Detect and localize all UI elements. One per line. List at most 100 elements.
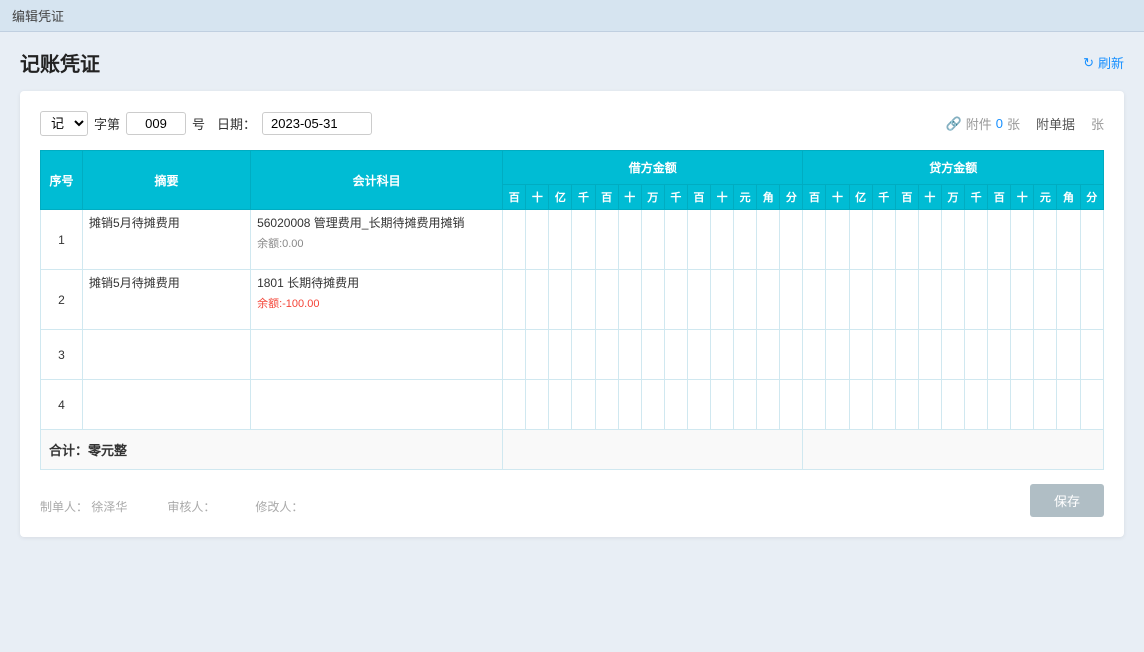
row-credit-2-4[interactable] <box>895 330 918 380</box>
row-summary-3[interactable] <box>83 380 251 430</box>
row-debit-0-9[interactable] <box>711 210 734 270</box>
row-debit-3-11[interactable] <box>757 380 780 430</box>
row-credit-1-0[interactable] <box>803 270 826 330</box>
row-credit-3-2[interactable] <box>849 380 872 430</box>
row-credit-1-2[interactable] <box>849 270 872 330</box>
row-debit-3-12[interactable] <box>780 380 803 430</box>
row-credit-1-3[interactable] <box>872 270 895 330</box>
row-debit-0-5[interactable] <box>618 210 641 270</box>
row-debit-1-3[interactable] <box>572 270 595 330</box>
row-credit-2-7[interactable] <box>965 330 988 380</box>
row-credit-3-7[interactable] <box>965 380 988 430</box>
row-debit-2-11[interactable] <box>757 330 780 380</box>
row-credit-2-5[interactable] <box>918 330 941 380</box>
row-credit-0-3[interactable] <box>872 210 895 270</box>
row-credit-3-1[interactable] <box>826 380 849 430</box>
row-debit-3-8[interactable] <box>687 380 710 430</box>
row-credit-1-1[interactable] <box>826 270 849 330</box>
row-debit-0-2[interactable] <box>549 210 572 270</box>
row-debit-1-7[interactable] <box>664 270 687 330</box>
row-credit-0-10[interactable] <box>1034 210 1057 270</box>
row-debit-2-7[interactable] <box>664 330 687 380</box>
row-debit-0-12[interactable] <box>780 210 803 270</box>
row-debit-1-0[interactable] <box>503 270 526 330</box>
row-credit-1-6[interactable] <box>941 270 964 330</box>
row-debit-3-6[interactable] <box>641 380 664 430</box>
row-summary-2[interactable] <box>83 330 251 380</box>
row-debit-2-2[interactable] <box>549 330 572 380</box>
row-debit-0-4[interactable] <box>595 210 618 270</box>
row-credit-0-4[interactable] <box>895 210 918 270</box>
row-credit-2-12[interactable] <box>1080 330 1103 380</box>
row-account-1[interactable]: 1801 长期待摊费用余额:-100.00 <box>251 270 503 330</box>
row-debit-2-5[interactable] <box>618 330 641 380</box>
attachment-doc-label[interactable]: 附单据 <box>1036 114 1075 133</box>
row-credit-3-11[interactable] <box>1057 380 1080 430</box>
row-debit-0-10[interactable] <box>734 210 757 270</box>
row-debit-2-8[interactable] <box>687 330 710 380</box>
row-debit-2-10[interactable] <box>734 330 757 380</box>
row-credit-0-8[interactable] <box>988 210 1011 270</box>
row-credit-0-1[interactable] <box>826 210 849 270</box>
row-debit-2-3[interactable] <box>572 330 595 380</box>
row-credit-1-9[interactable] <box>1011 270 1034 330</box>
row-debit-3-9[interactable] <box>711 380 734 430</box>
row-debit-1-12[interactable] <box>780 270 803 330</box>
row-debit-3-3[interactable] <box>572 380 595 430</box>
row-credit-3-3[interactable] <box>872 380 895 430</box>
row-debit-0-7[interactable] <box>664 210 687 270</box>
row-credit-0-0[interactable] <box>803 210 826 270</box>
save-button[interactable]: 保存 <box>1030 484 1104 517</box>
row-debit-2-12[interactable] <box>780 330 803 380</box>
row-credit-2-9[interactable] <box>1011 330 1034 380</box>
row-credit-3-6[interactable] <box>941 380 964 430</box>
row-debit-0-1[interactable] <box>526 210 549 270</box>
row-debit-3-5[interactable] <box>618 380 641 430</box>
row-credit-2-11[interactable] <box>1057 330 1080 380</box>
row-credit-3-8[interactable] <box>988 380 1011 430</box>
row-debit-1-2[interactable] <box>549 270 572 330</box>
row-credit-2-10[interactable] <box>1034 330 1057 380</box>
row-credit-0-6[interactable] <box>941 210 964 270</box>
row-credit-2-3[interactable] <box>872 330 895 380</box>
row-debit-1-4[interactable] <box>595 270 618 330</box>
row-debit-2-9[interactable] <box>711 330 734 380</box>
row-credit-2-1[interactable] <box>826 330 849 380</box>
row-debit-3-1[interactable] <box>526 380 549 430</box>
row-credit-2-2[interactable] <box>849 330 872 380</box>
row-credit-0-2[interactable] <box>849 210 872 270</box>
row-debit-3-0[interactable] <box>503 380 526 430</box>
row-credit-0-12[interactable] <box>1080 210 1103 270</box>
row-debit-0-8[interactable] <box>687 210 710 270</box>
row-credit-1-11[interactable] <box>1057 270 1080 330</box>
row-debit-0-11[interactable] <box>757 210 780 270</box>
row-debit-0-3[interactable] <box>572 210 595 270</box>
row-debit-1-5[interactable] <box>618 270 641 330</box>
row-summary-0[interactable]: 摊销5月待摊费用 <box>83 210 251 270</box>
date-input[interactable] <box>262 112 372 135</box>
row-account-3[interactable] <box>251 380 503 430</box>
row-summary-1[interactable]: 摊销5月待摊费用 <box>83 270 251 330</box>
row-credit-0-5[interactable] <box>918 210 941 270</box>
row-credit-1-8[interactable] <box>988 270 1011 330</box>
row-debit-1-8[interactable] <box>687 270 710 330</box>
row-debit-1-9[interactable] <box>711 270 734 330</box>
row-credit-3-0[interactable] <box>803 380 826 430</box>
row-debit-1-6[interactable] <box>641 270 664 330</box>
row-credit-0-11[interactable] <box>1057 210 1080 270</box>
row-debit-2-6[interactable] <box>641 330 664 380</box>
row-account-0[interactable]: 56020008 管理费用_长期待摊费用摊销余额:0.00 <box>251 210 503 270</box>
row-debit-1-1[interactable] <box>526 270 549 330</box>
row-debit-1-11[interactable] <box>757 270 780 330</box>
row-debit-3-2[interactable] <box>549 380 572 430</box>
row-credit-0-9[interactable] <box>1011 210 1034 270</box>
row-account-2[interactable] <box>251 330 503 380</box>
row-credit-2-0[interactable] <box>803 330 826 380</box>
voucher-number-input[interactable] <box>126 112 186 135</box>
row-debit-0-0[interactable] <box>503 210 526 270</box>
row-debit-2-4[interactable] <box>595 330 618 380</box>
row-credit-3-10[interactable] <box>1034 380 1057 430</box>
row-debit-1-10[interactable] <box>734 270 757 330</box>
prefix-select[interactable]: 记 <box>40 111 88 136</box>
row-credit-3-5[interactable] <box>918 380 941 430</box>
